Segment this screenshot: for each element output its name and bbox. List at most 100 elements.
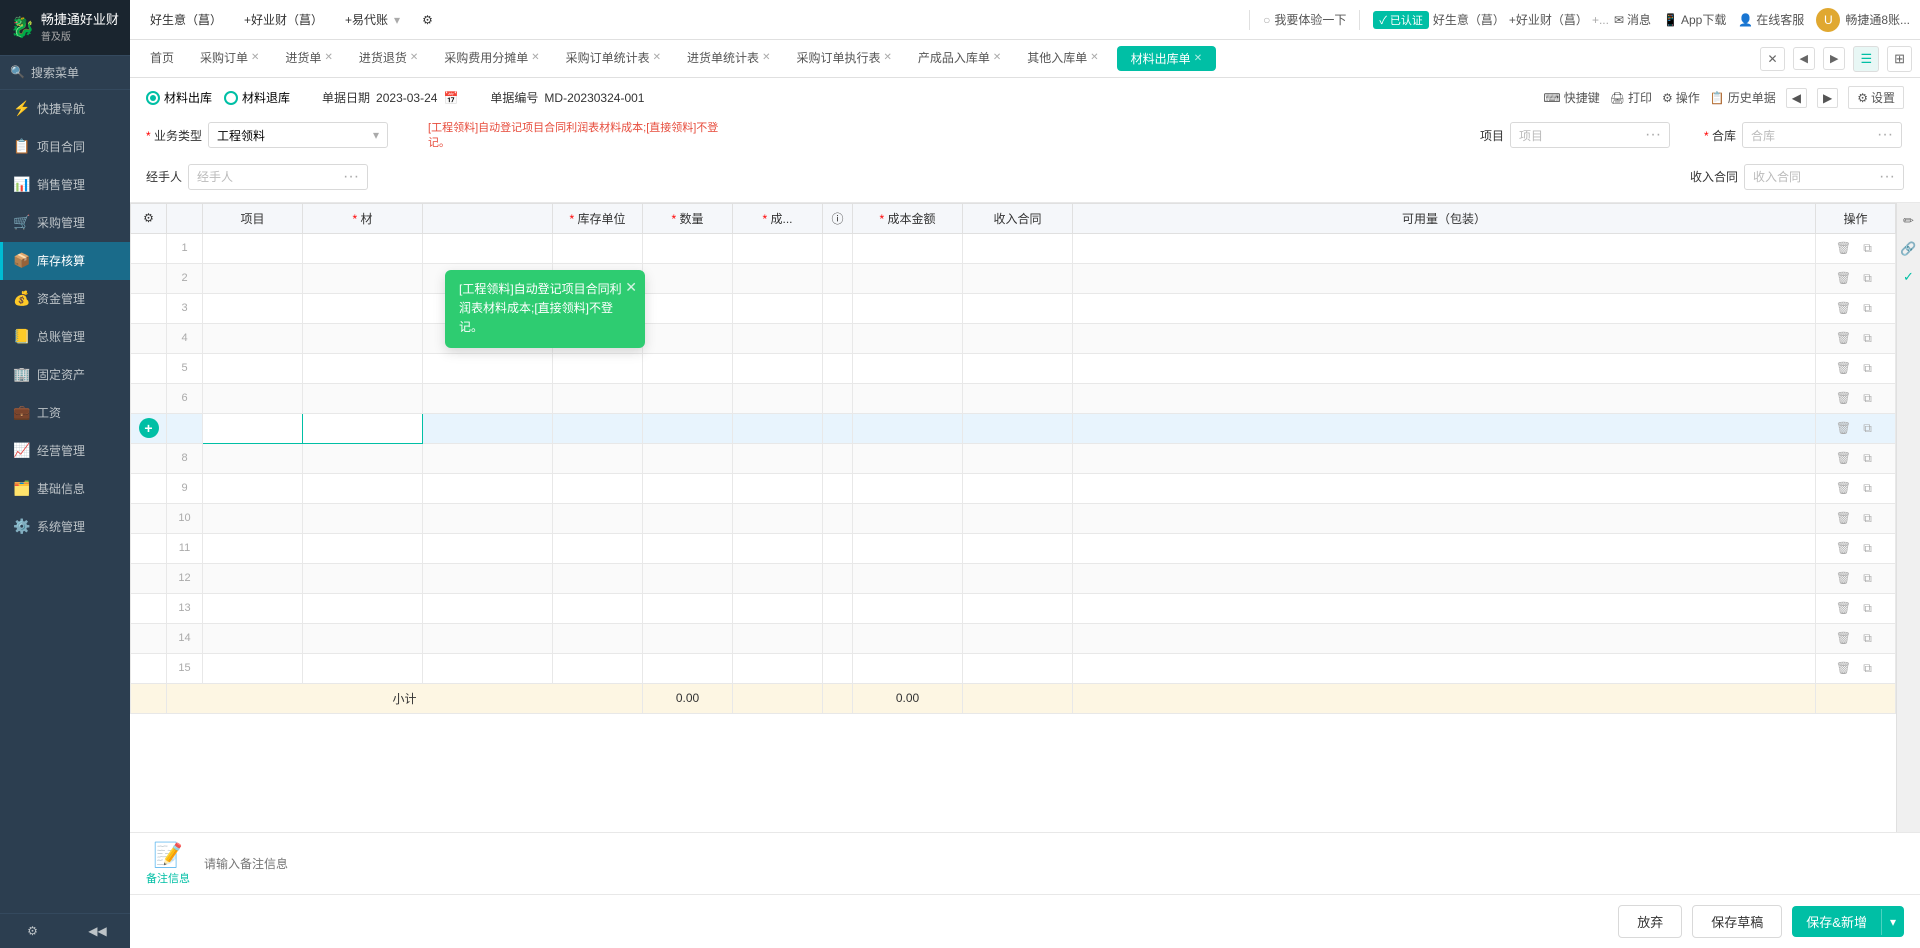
row-copy-13[interactable]: ⧉ bbox=[1859, 599, 1877, 617]
sec-tab-finished-goods[interactable]: 产成品入库单 ✕ bbox=[906, 43, 1013, 74]
sec-tab-finished-goods-close[interactable]: ✕ bbox=[993, 52, 1001, 63]
right-panel-link-icon[interactable]: 🔗 bbox=[1899, 239, 1919, 259]
nav-next-btn[interactable]: ▶ bbox=[1823, 47, 1845, 70]
project-input[interactable]: 项目 ··· bbox=[1510, 122, 1670, 148]
sec-tab-purchase-expense[interactable]: 采购费用分摊单 ✕ bbox=[432, 43, 551, 74]
row-avail-1[interactable] bbox=[1073, 233, 1816, 263]
save-new-arrow-btn[interactable]: ▾ bbox=[1881, 909, 1904, 935]
business-type-select[interactable]: 工程领料 ▾ bbox=[208, 122, 388, 148]
row-cost-amt-1[interactable] bbox=[853, 233, 963, 263]
sec-tab-order-exec[interactable]: 采购订单执行表 ✕ bbox=[784, 43, 903, 74]
th-available[interactable]: 可用量（包装） bbox=[1073, 203, 1816, 233]
th-cost[interactable]: * 成... bbox=[733, 203, 823, 233]
row-unit-1[interactable] bbox=[553, 233, 643, 263]
row-copy-2[interactable]: ⧉ bbox=[1859, 269, 1877, 287]
sec-tab-purchase-expense-close[interactable]: ✕ bbox=[531, 52, 539, 63]
row-delete-14[interactable]: 🗑 bbox=[1835, 629, 1853, 647]
row-delete-3[interactable]: 🗑 bbox=[1835, 299, 1853, 317]
online-service-btn[interactable]: 👤 在线客服 bbox=[1738, 11, 1804, 28]
sidebar-item-payroll[interactable]: 💼 工资 bbox=[0, 394, 130, 432]
th-quantity[interactable]: * 数量 bbox=[643, 203, 733, 233]
save-new-main-btn[interactable]: 保存&新增 bbox=[1792, 906, 1881, 937]
tooltip-close-btn[interactable]: ✕ bbox=[625, 276, 637, 298]
sidebar-item-quicknav[interactable]: ⚡ 快捷导航 bbox=[0, 90, 130, 128]
sidebar-item-ops[interactable]: 📈 经营管理 bbox=[0, 432, 130, 470]
discard-button[interactable]: 放弃 bbox=[1618, 905, 1682, 938]
row-delete-8[interactable]: 🗑 bbox=[1835, 449, 1853, 467]
row-delete-15[interactable]: 🗑 bbox=[1835, 659, 1853, 677]
row-copy-5[interactable]: ⧉ bbox=[1859, 359, 1877, 377]
row-delete-7[interactable]: 🗑 bbox=[1835, 419, 1853, 437]
notes-input[interactable] bbox=[200, 853, 1904, 875]
calendar-icon[interactable]: 📅 bbox=[443, 91, 458, 105]
row-cost-1[interactable] bbox=[733, 233, 823, 263]
row-delete-10[interactable]: 🗑 bbox=[1835, 509, 1853, 527]
nav-next-doc[interactable]: ▶ bbox=[1817, 88, 1838, 108]
income-contract-dots-icon[interactable]: ··· bbox=[1879, 169, 1895, 185]
row-material-name-1[interactable] bbox=[423, 233, 553, 263]
th-stock-unit[interactable]: * 库存单位 bbox=[553, 203, 643, 233]
row-copy-12[interactable]: ⧉ bbox=[1859, 569, 1877, 587]
sec-tab-inbound[interactable]: 进货单 ✕ bbox=[273, 43, 344, 74]
operation-btn[interactable]: ⚙ 操作 bbox=[1662, 89, 1700, 106]
sidebar-item-sales[interactable]: 📊 销售管理 bbox=[0, 166, 130, 204]
handler-input[interactable]: 经手人 ··· bbox=[188, 164, 368, 190]
row-copy-7[interactable]: ⧉ bbox=[1859, 419, 1877, 437]
sec-tab-other-inbound[interactable]: 其他入库单 ✕ bbox=[1015, 43, 1110, 74]
row-delete-4[interactable]: 🗑 bbox=[1835, 329, 1853, 347]
row-active-cell-2[interactable] bbox=[303, 413, 423, 443]
sidebar-item-assets[interactable]: 🏢 固定资产 bbox=[0, 356, 130, 394]
row-delete-9[interactable]: 🗑 bbox=[1835, 479, 1853, 497]
row-active-cell-1[interactable] bbox=[203, 413, 303, 443]
topbar-tab-yecai[interactable]: +好业财（菖） bbox=[234, 5, 333, 34]
row-material-1[interactable] bbox=[303, 233, 423, 263]
sidebar-collapse-btn[interactable]: ◀◀ bbox=[65, 914, 130, 948]
message-btn[interactable]: ✉ 消息 bbox=[1614, 11, 1651, 28]
add-row-btn[interactable]: + bbox=[139, 418, 159, 438]
right-panel-check-icon[interactable]: ✓ bbox=[1899, 267, 1919, 287]
sec-tab-material-outbound[interactable]: 材料出库单 ✕ bbox=[1117, 46, 1216, 71]
sidebar-item-finance[interactable]: 💰 资金管理 bbox=[0, 280, 130, 318]
th-settings[interactable]: ⚙ bbox=[131, 203, 167, 233]
handler-dots-icon[interactable]: ··· bbox=[343, 169, 359, 185]
settings-btn[interactable]: ⚙ 设置 bbox=[1848, 86, 1904, 109]
row-delete-11[interactable]: 🗑 bbox=[1835, 539, 1853, 557]
view-toggle-list[interactable]: ☰ bbox=[1853, 46, 1879, 72]
verify-label[interactable]: 我要体验一下 bbox=[1274, 11, 1346, 28]
row-qty-1[interactable] bbox=[643, 233, 733, 263]
sec-tab-order-exec-close[interactable]: ✕ bbox=[883, 52, 891, 63]
sec-tab-inbound-stats[interactable]: 进货单统计表 ✕ bbox=[675, 43, 782, 74]
radio-material-return[interactable]: 材料退库 bbox=[224, 89, 290, 106]
th-material[interactable]: * 材 bbox=[303, 203, 423, 233]
row-delete-13[interactable]: 🗑 bbox=[1835, 599, 1853, 617]
sec-tab-material-outbound-close[interactable]: ✕ bbox=[1194, 53, 1202, 64]
nav-prev-doc[interactable]: ◀ bbox=[1786, 88, 1807, 108]
row-delete-1[interactable]: 🗑 bbox=[1835, 239, 1853, 257]
row-copy-8[interactable]: ⧉ bbox=[1859, 449, 1877, 467]
save-draft-button[interactable]: 保存草稿 bbox=[1692, 905, 1782, 938]
sec-tab-inbound-return[interactable]: 进货退货 ✕ bbox=[347, 43, 430, 74]
view-toggle-grid[interactable]: ⊞ bbox=[1887, 46, 1912, 72]
radio-material-outbound[interactable]: 材料出库 bbox=[146, 89, 212, 106]
sidebar-item-project[interactable]: 📋 项目合同 bbox=[0, 128, 130, 166]
quick-key-btn[interactable]: ⌨ 快捷键 bbox=[1543, 89, 1599, 106]
app-download-btn[interactable]: 📱 App下载 bbox=[1663, 11, 1726, 28]
th-cost-info[interactable]: ⓘ bbox=[823, 203, 853, 233]
row-copy-10[interactable]: ⧉ bbox=[1859, 509, 1877, 527]
topbar-tab-yidaizhang[interactable]: +易代账 ▾ bbox=[335, 5, 410, 34]
sec-tab-purchase-order-close[interactable]: ✕ bbox=[251, 52, 259, 63]
sec-tab-home[interactable]: 首页 bbox=[138, 43, 186, 74]
row-copy-3[interactable]: ⧉ bbox=[1859, 299, 1877, 317]
row-income-1[interactable] bbox=[963, 233, 1073, 263]
row-copy-9[interactable]: ⧉ bbox=[1859, 479, 1877, 497]
close-all-btn[interactable]: ✕ bbox=[1760, 47, 1784, 71]
sec-tab-inbound-stats-close[interactable]: ✕ bbox=[762, 52, 770, 63]
sec-tab-purchase-stats[interactable]: 采购订单统计表 ✕ bbox=[554, 43, 673, 74]
print-btn[interactable]: 🖨 打印 bbox=[1610, 89, 1652, 106]
active-input-1[interactable] bbox=[209, 421, 296, 435]
row-copy-4[interactable]: ⧉ bbox=[1859, 329, 1877, 347]
th-material-name[interactable] bbox=[423, 203, 553, 233]
row-delete-12[interactable]: 🗑 bbox=[1835, 569, 1853, 587]
sec-tab-purchase-stats-close[interactable]: ✕ bbox=[653, 52, 661, 63]
sec-tab-other-inbound-close[interactable]: ✕ bbox=[1090, 52, 1098, 63]
